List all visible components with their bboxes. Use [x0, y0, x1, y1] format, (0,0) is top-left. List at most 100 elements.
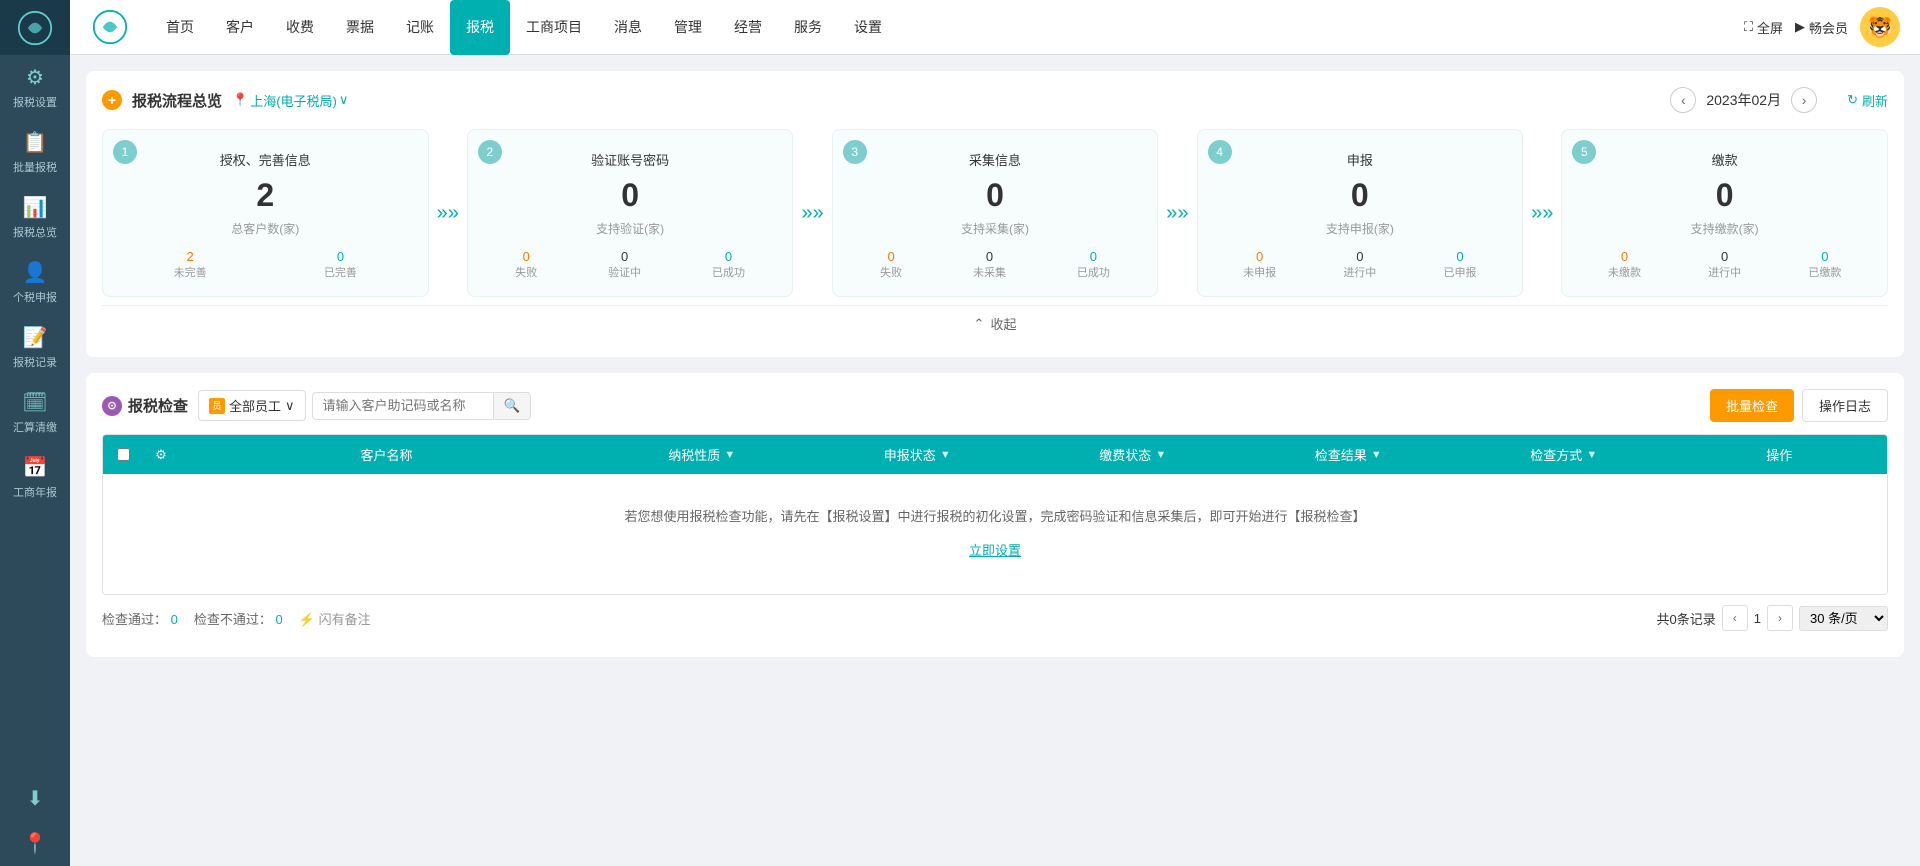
- sidebar-item-tax-settings[interactable]: ⚙ 报税设置: [0, 55, 70, 120]
- next-month-button[interactable]: ›: [1791, 87, 1817, 113]
- operation-log-button[interactable]: 操作日志: [1802, 389, 1888, 422]
- step-1-stat-1: 0 已完善: [324, 249, 357, 280]
- sidebar-item-annual-report[interactable]: 📅 工商年报: [0, 445, 70, 510]
- search-button[interactable]: 🔍: [493, 393, 531, 419]
- sidebar-item-annual-settlement[interactable]: 🗓 汇算清缴: [0, 380, 70, 445]
- setup-link[interactable]: 立即设置: [969, 543, 1021, 558]
- th-check-method[interactable]: 检查方式 ▼: [1456, 435, 1672, 474]
- chevron-down-icon: ∨: [339, 92, 349, 108]
- step-4-label: 支持申报(家): [1210, 220, 1511, 237]
- step-1-num: 1: [113, 140, 137, 164]
- sidebar-item-location[interactable]: 📍: [0, 821, 70, 866]
- step-1-stat-0-val: 2: [174, 249, 207, 264]
- section-title-icon: ⊙: [102, 396, 122, 416]
- step-2-label: 支持验证(家): [480, 220, 781, 237]
- select-all-checkbox[interactable]: [117, 448, 130, 461]
- step-2-stats: 0 失败 0 验证中 0 已成功: [480, 249, 781, 280]
- step-5-stat-1-val: 0: [1708, 249, 1741, 264]
- page-size-select[interactable]: 30 条/页 50 条/页 100 条/页: [1799, 606, 1888, 631]
- sidebar-item-download[interactable]: ⬇: [0, 776, 70, 821]
- sidebar-item-batch-tax[interactable]: 📋 批量报税: [0, 120, 70, 185]
- nav-settings[interactable]: 设置: [838, 0, 898, 55]
- step-5-stat-2: 0 已缴款: [1808, 249, 1841, 280]
- step-1-stats: 2 未完善 0 已完善: [115, 249, 416, 280]
- step-3-num: 3: [843, 140, 867, 164]
- table-footer: 检查通过： 0 检查不通过： 0 ⚡ 闪有备注 共0条记录 ‹ 1 ›: [102, 595, 1888, 641]
- th-tax-type[interactable]: 纳税性质 ▼: [594, 435, 810, 474]
- table-body: 若您想使用报税检查功能，请先在【报税设置】中进行报税的初化设置，完成密码验证和信…: [103, 474, 1887, 594]
- prev-month-button[interactable]: ‹: [1670, 87, 1696, 113]
- arrow-3-4: »»: [1158, 129, 1196, 297]
- first-page-button[interactable]: ‹: [1722, 605, 1748, 631]
- step-4-stat-2-lbl: 已申报: [1444, 264, 1477, 280]
- sidebar-item-personal-tax[interactable]: 👤 个税申报: [0, 250, 70, 315]
- nav-home[interactable]: 首页: [150, 0, 210, 55]
- step-1-card: 1 授权、完善信息 2 总客户数(家) 2 未完善 0 已完善: [102, 129, 429, 297]
- nav-message[interactable]: 消息: [598, 0, 658, 55]
- step-2-title: 验证账号密码: [480, 150, 781, 169]
- pagination: 共0条记录 ‹ 1 › 30 条/页 50 条/页 100 条/页: [1657, 605, 1888, 631]
- nav-invoice[interactable]: 票据: [330, 0, 390, 55]
- collapse-button[interactable]: ⌃ 收起: [102, 305, 1888, 341]
- check-pass-stat: 检查通过： 0: [102, 609, 178, 628]
- check-fail-link[interactable]: 0: [276, 612, 283, 627]
- app-logo: [0, 0, 70, 55]
- tax-record-icon: 📝: [23, 325, 48, 350]
- step-5-stat-1: 0 进行中: [1708, 249, 1741, 280]
- th-operation: 操作: [1672, 435, 1888, 474]
- nav-fee[interactable]: 收费: [270, 0, 330, 55]
- annual-settlement-icon: 🗓: [22, 390, 47, 415]
- mascot-avatar[interactable]: 🐯: [1860, 7, 1900, 47]
- step-3-card: 3 采集信息 0 支持采集(家) 0 失败 0 未采集: [832, 129, 1159, 297]
- step-2-stat-2-val: 0: [712, 249, 745, 264]
- nav-business[interactable]: 工商项目: [510, 0, 598, 55]
- nav-accounting[interactable]: 记账: [390, 0, 450, 55]
- th-checkbox[interactable]: [103, 435, 143, 474]
- nav-customer[interactable]: 客户: [210, 0, 270, 55]
- step-3-stat-2-lbl: 已成功: [1077, 264, 1110, 280]
- employee-filter-button[interactable]: 员 全部员工 ∨: [198, 390, 306, 421]
- check-fail-stat: 检查不通过： 0: [194, 609, 283, 628]
- th-pay-status[interactable]: 缴费状态 ▼: [1025, 435, 1241, 474]
- step-3-stat-1-lbl: 未采集: [973, 264, 1006, 280]
- topnav-right: ⛶ 全屏 ▶ 畅会员 🐯: [1744, 7, 1900, 47]
- sidebar-item-tax-overview[interactable]: 📊 报税总览: [0, 185, 70, 250]
- nav-operation[interactable]: 经营: [718, 0, 778, 55]
- search-input[interactable]: [313, 393, 493, 418]
- actions-right: 批量检查 操作日志: [1710, 389, 1888, 422]
- step-2-stat-0-val: 0: [515, 249, 537, 264]
- process-title: 报税流程总览: [132, 90, 222, 111]
- th-customer-name: 客户名称: [179, 435, 594, 474]
- member-button[interactable]: ▶ 畅会员: [1795, 18, 1848, 37]
- th-gear[interactable]: ⚙: [143, 435, 179, 474]
- process-overview-card: + 报税流程总览 📍 上海(电子税局) ∨ ‹ 2023年02月 › ↻ 刷新: [86, 71, 1904, 357]
- th-check-result[interactable]: 检查结果 ▼: [1241, 435, 1457, 474]
- check-method-filter-icon: ▼: [1586, 449, 1597, 461]
- nav-service[interactable]: 服务: [778, 0, 838, 55]
- tax-check-card: ⊙ 报税检查 员 全部员工 ∨ 🔍 批量检查 操作日志: [86, 373, 1904, 657]
- next-page-button[interactable]: ›: [1767, 605, 1793, 631]
- fullscreen-button[interactable]: ⛶ 全屏: [1744, 18, 1783, 37]
- declare-status-filter-icon: ▼: [940, 449, 951, 461]
- arrow-2-3: »»: [793, 129, 831, 297]
- step-4-card: 4 申报 0 支持申报(家) 0 未申报 0 进行中: [1197, 129, 1524, 297]
- batch-check-button[interactable]: 批量检查: [1710, 389, 1794, 422]
- tax-settings-icon: ⚙: [26, 65, 44, 90]
- sidebar-item-tax-record[interactable]: 📝 报税记录: [0, 315, 70, 380]
- step-1-stat-1-val: 0: [324, 249, 357, 264]
- nav-tax[interactable]: 报税: [450, 0, 510, 55]
- th-declare-status[interactable]: 申报状态 ▼: [810, 435, 1026, 474]
- check-pass-link[interactable]: 0: [171, 612, 178, 627]
- step-5-stat-2-lbl: 已缴款: [1808, 264, 1841, 280]
- location-selector[interactable]: 📍 上海(电子税局) ∨: [232, 91, 348, 110]
- nav-manage[interactable]: 管理: [658, 0, 718, 55]
- check-result-filter-icon: ▼: [1371, 449, 1382, 461]
- section-title: ⊙ 报税检查: [102, 395, 188, 416]
- step-3-stat-2: 0 已成功: [1077, 249, 1110, 280]
- step-4-stat-1-val: 0: [1343, 249, 1376, 264]
- batch-tax-icon: 📋: [23, 130, 48, 155]
- step-5-stat-0-val: 0: [1608, 249, 1641, 264]
- dropdown-arrow-icon: ∨: [285, 398, 295, 414]
- logo: [90, 7, 130, 47]
- refresh-button[interactable]: ↻ 刷新: [1847, 91, 1888, 110]
